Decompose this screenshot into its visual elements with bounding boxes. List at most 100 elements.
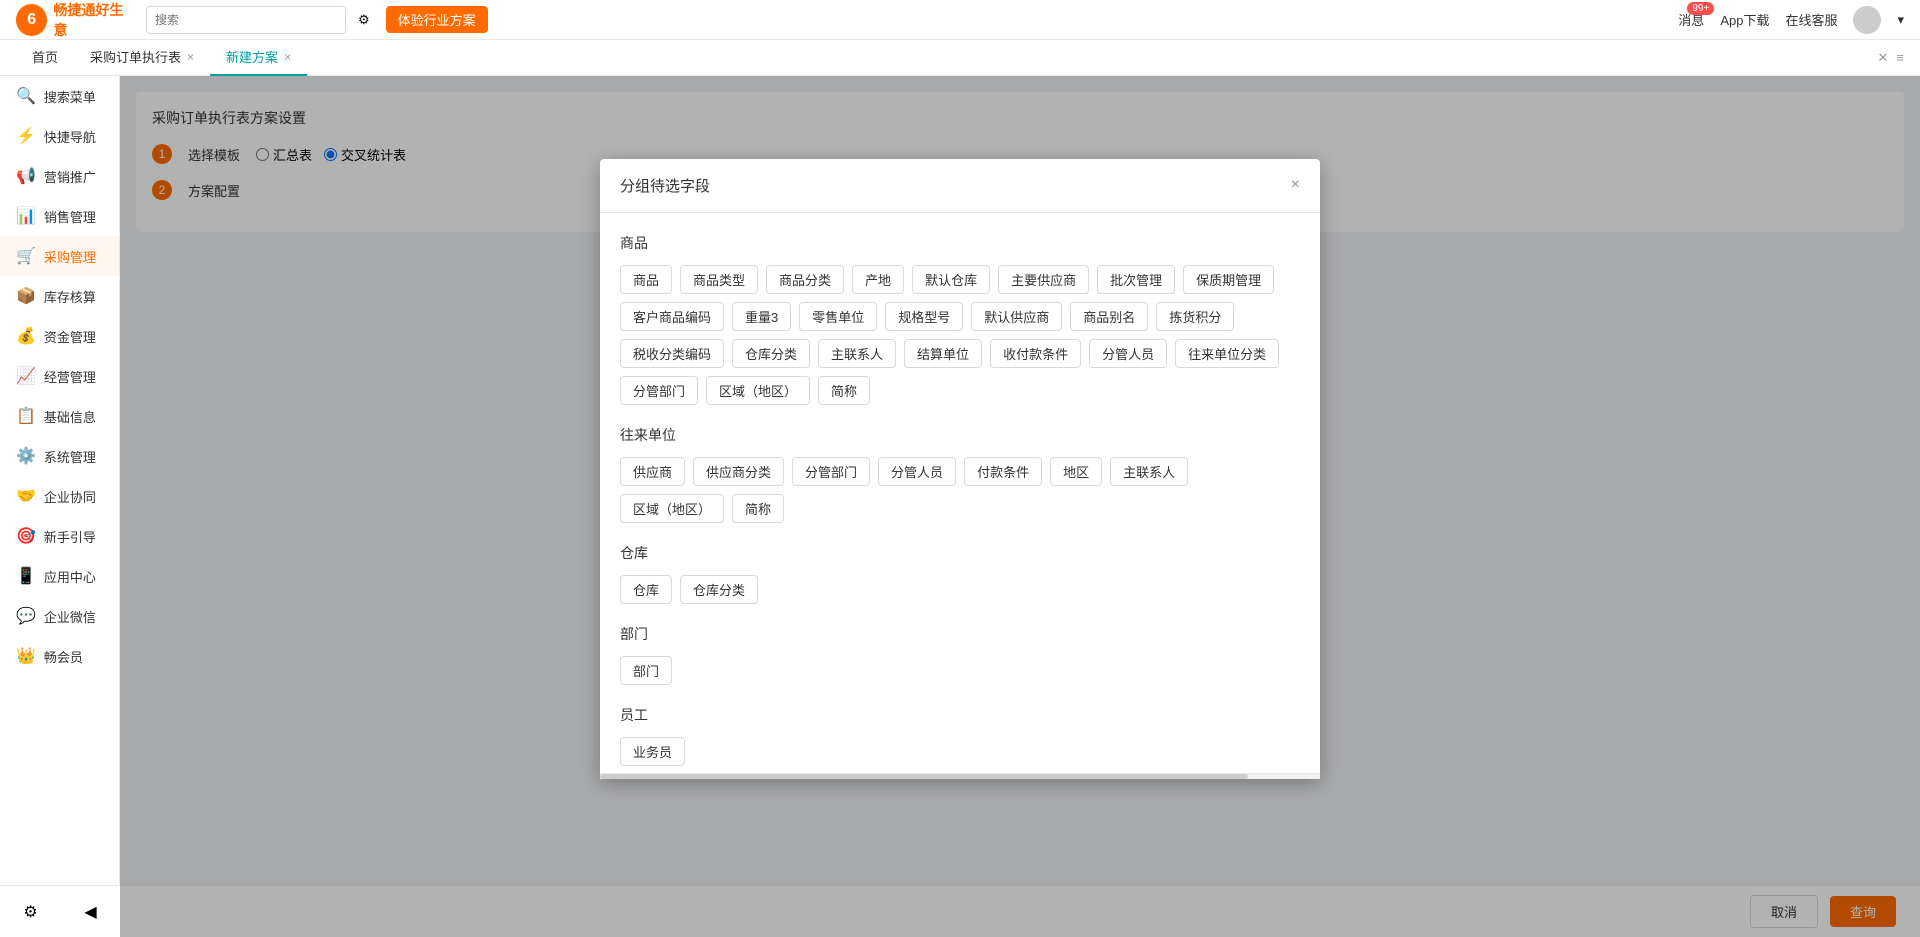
sidebar-item-member[interactable]: 👑 畅会员: [0, 636, 119, 676]
top-bar: 6 畅捷通好生意 ⚙ 体验行业方案 消息 99+ App下载 在线客服 ▾: [0, 0, 1920, 40]
field-retail-unit[interactable]: 零售单位: [799, 302, 877, 331]
field-default-supplier[interactable]: 默认供应商: [971, 302, 1062, 331]
field-partner-abbr[interactable]: 简称: [732, 494, 784, 523]
field-partner-dept[interactable]: 分管部门: [792, 457, 870, 486]
online-service[interactable]: 在线客服: [1785, 10, 1837, 29]
field-goods-type[interactable]: 商品类型: [680, 265, 758, 294]
tab-new-plan[interactable]: 新建方案 ×: [210, 40, 307, 76]
marketing-icon: 📢: [16, 166, 36, 186]
field-customer-code[interactable]: 客户商品编码: [620, 302, 724, 331]
field-goods[interactable]: 商品: [620, 265, 672, 294]
tab-menu[interactable]: ≡: [1896, 50, 1904, 65]
field-batch-mgmt[interactable]: 批次管理: [1097, 265, 1175, 294]
field-main-supplier[interactable]: 主要供应商: [998, 265, 1089, 294]
modal-horizontal-scrollbar[interactable]: [600, 773, 1320, 779]
search-input[interactable]: [146, 6, 346, 34]
field-origin[interactable]: 产地: [852, 265, 904, 294]
operation-icon: 📈: [16, 366, 36, 386]
field-main-contact[interactable]: 主联系人: [818, 339, 896, 368]
field-salesperson[interactable]: 业务员: [620, 737, 685, 766]
sidebar-item-quick-nav[interactable]: ⚡ 快捷导航: [0, 116, 119, 156]
system-icon: ⚙️: [16, 446, 36, 466]
modal-header: 分组待选字段 ×: [600, 159, 1320, 213]
field-supplier-category[interactable]: 供应商分类: [693, 457, 784, 486]
sidebar-item-operation[interactable]: 📈 经营管理: [0, 356, 119, 396]
tab-close-all[interactable]: ✕: [1878, 50, 1889, 66]
field-settlement-unit[interactable]: 结算单位: [904, 339, 982, 368]
sidebar-item-coop[interactable]: 🤝 企业协同: [0, 476, 119, 516]
tab-home-label: 首页: [32, 47, 58, 66]
sidebar-item-finance[interactable]: 💰 资金管理: [0, 316, 119, 356]
tab-home[interactable]: 首页: [16, 40, 74, 76]
field-group-staff: 业务员: [620, 737, 1300, 766]
field-supervisor[interactable]: 分管人员: [1089, 339, 1167, 368]
modal-select-fields: 分组待选字段 × 商品 商品 商品类型 商品分类 产地 默认仓库 主要供应商 批…: [600, 159, 1320, 779]
sidebar-item-guide[interactable]: 🎯 新手引导: [0, 516, 119, 556]
modal-title: 分组待选字段: [620, 175, 710, 196]
section-title-staff: 员工: [620, 705, 1300, 725]
sidebar-item-marketing[interactable]: 📢 营销推广: [0, 156, 119, 196]
field-partner-region[interactable]: 区域（地区）: [620, 494, 724, 523]
sidebar-label-sales: 销售管理: [44, 207, 96, 226]
sidebar-label-quick-nav: 快捷导航: [44, 127, 96, 146]
field-pick-points[interactable]: 拣货积分: [1156, 302, 1234, 331]
notification-badge[interactable]: 消息 99+: [1678, 10, 1704, 29]
logo-icon: 6: [16, 4, 47, 36]
settings-icon[interactable]: ⚙: [23, 902, 37, 922]
section-title-partner: 往来单位: [620, 425, 1300, 445]
field-default-warehouse[interactable]: 默认仓库: [912, 265, 990, 294]
sidebar-item-basic[interactable]: 📋 基础信息: [0, 396, 119, 436]
field-goods-category[interactable]: 商品分类: [766, 265, 844, 294]
field-spec-model[interactable]: 规格型号: [885, 302, 963, 331]
sidebar-item-wechat[interactable]: 💬 企业微信: [0, 596, 119, 636]
sidebar-label-inventory: 库存核算: [44, 287, 96, 306]
inventory-icon: 📦: [16, 286, 36, 306]
sidebar-label-coop: 企业协同: [44, 487, 96, 506]
field-warehouse-category[interactable]: 仓库分类: [732, 339, 810, 368]
field-region[interactable]: 区域（地区）: [706, 376, 810, 405]
field-partner-supervisor[interactable]: 分管人员: [878, 457, 956, 486]
purchase-icon: 🛒: [16, 246, 36, 266]
field-tax-code[interactable]: 税收分类编码: [620, 339, 724, 368]
tab-purchase-exec-close[interactable]: ×: [187, 50, 194, 64]
field-department[interactable]: 部门: [620, 656, 672, 685]
field-supplier[interactable]: 供应商: [620, 457, 685, 486]
app-download[interactable]: App下载: [1720, 10, 1769, 29]
field-area[interactable]: 地区: [1050, 457, 1102, 486]
app-center-icon: 📱: [16, 566, 36, 586]
coop-icon: 🤝: [16, 486, 36, 506]
search-area: [146, 6, 346, 34]
sidebar-item-sales[interactable]: 📊 销售管理: [0, 196, 119, 236]
collapse-icon[interactable]: ◀: [84, 902, 96, 922]
field-warehouse[interactable]: 仓库: [620, 575, 672, 604]
field-shelf-life[interactable]: 保质期管理: [1183, 265, 1274, 294]
field-payment-terms[interactable]: 收付款条件: [990, 339, 1081, 368]
field-weight[interactable]: 重量3: [732, 302, 791, 331]
section-title-department: 部门: [620, 624, 1300, 644]
field-wh-category[interactable]: 仓库分类: [680, 575, 758, 604]
avatar[interactable]: [1853, 6, 1881, 34]
field-dept[interactable]: 分管部门: [620, 376, 698, 405]
top-right: 消息 99+ App下载 在线客服 ▾: [1678, 6, 1904, 34]
modal-close-button[interactable]: ×: [1291, 176, 1300, 194]
sidebar-item-inventory[interactable]: 📦 库存核算: [0, 276, 119, 316]
gear-button[interactable]: ⚙: [358, 12, 370, 28]
field-goods-alias[interactable]: 商品别名: [1070, 302, 1148, 331]
sidebar-item-purchase[interactable]: 🛒 采购管理: [0, 236, 119, 276]
field-pay-terms[interactable]: 付款条件: [964, 457, 1042, 486]
wechat-icon: 💬: [16, 606, 36, 626]
sales-icon: 📊: [16, 206, 36, 226]
sidebar-item-search[interactable]: 🔍 搜索菜单: [0, 76, 119, 116]
field-abbr[interactable]: 简称: [818, 376, 870, 405]
finance-icon: 💰: [16, 326, 36, 346]
sidebar-item-system[interactable]: ⚙️ 系统管理: [0, 436, 119, 476]
field-group-warehouse: 仓库 仓库分类: [620, 575, 1300, 604]
tab-new-plan-close[interactable]: ×: [284, 50, 291, 64]
trial-button[interactable]: 体验行业方案: [386, 6, 488, 33]
field-partner-contact[interactable]: 主联系人: [1110, 457, 1188, 486]
sidebar-item-app-center[interactable]: 📱 应用中心: [0, 556, 119, 596]
dropdown-arrow[interactable]: ▾: [1897, 12, 1904, 28]
field-partner-category[interactable]: 往来单位分类: [1175, 339, 1279, 368]
tab-purchase-exec[interactable]: 采购订单执行表 ×: [74, 40, 210, 76]
quick-nav-icon: ⚡: [16, 126, 36, 146]
